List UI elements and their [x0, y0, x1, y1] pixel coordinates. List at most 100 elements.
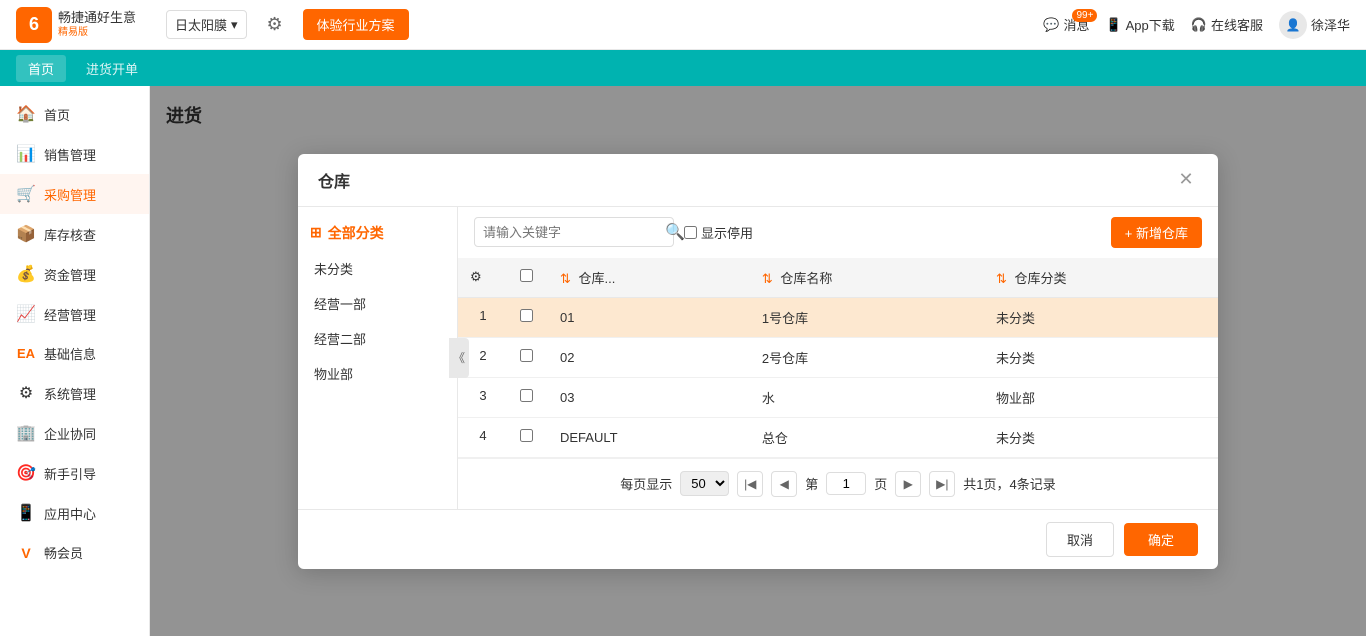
row-check-4[interactable] — [508, 417, 548, 457]
main-layout: 🏠 首页 📊 销售管理 🛒 采购管理 📦 库存核查 💰 资金管理 📈 经营管理 … — [0, 86, 1366, 636]
last-page-btn[interactable]: ▶| — [929, 471, 955, 497]
sort-icon-cat: ⇅ — [996, 271, 1007, 286]
sidebar-item-home[interactable]: 🏠 首页 — [0, 94, 149, 134]
table-area: 🔍 显示停用 + 新增仓库 — [458, 207, 1218, 509]
category-all[interactable]: ⊞ 全部分类 — [298, 215, 457, 251]
appcenter-icon: 📱 — [16, 503, 36, 523]
col-checkbox — [508, 258, 548, 298]
avatar: 👤 — [1279, 11, 1307, 39]
sidebar-item-vip[interactable]: V 畅会员 — [0, 533, 149, 572]
row-category-2: 未分类 — [984, 337, 1218, 377]
tab-purchase-order[interactable]: 进货开单 — [74, 55, 150, 82]
sidebar-item-inventory[interactable]: 📦 库存核查 — [0, 214, 149, 254]
row-actions-3: 3 — [458, 378, 508, 413]
messages-btn[interactable]: 💬 消息 99+ — [1043, 15, 1089, 34]
app-download-btn[interactable]: 📱 App下载 — [1105, 15, 1174, 34]
settings-btn[interactable]: ⚙ — [259, 9, 291, 41]
first-page-btn[interactable]: |◀ — [737, 471, 763, 497]
enterprise-icon: 🏢 — [16, 423, 36, 443]
modal-footer: 取消 确定 — [298, 509, 1218, 569]
cat-item-dept1[interactable]: 经营一部 — [298, 286, 457, 321]
basics-icon: EA — [16, 346, 36, 361]
col-name: ⇅ 仓库名称 — [750, 258, 984, 298]
search-icon: 🔍 — [665, 222, 685, 242]
message-icon: 💬 — [1043, 17, 1059, 33]
row-category-1: 未分类 — [984, 297, 1218, 337]
table-row[interactable]: 2 02 2号仓库 未分类 — [458, 337, 1218, 377]
cancel-button[interactable]: 取消 — [1046, 522, 1114, 557]
finance-icon: 💰 — [16, 264, 36, 284]
cat-item-dept2[interactable]: 经营二部 — [298, 321, 457, 356]
show-disabled-checkbox[interactable] — [684, 226, 697, 239]
sidebar-item-purchase[interactable]: 🛒 采购管理 — [0, 174, 149, 214]
confirm-button[interactable]: 确定 — [1124, 523, 1198, 556]
branch-selector[interactable]: 日太阳膜 ▾ — [166, 10, 247, 39]
table-row[interactable]: 1 01 1号仓库 未分类 — [458, 297, 1218, 337]
row-code-4: DEFAULT — [548, 417, 750, 457]
sidebar: 🏠 首页 📊 销售管理 🛒 采购管理 📦 库存核查 💰 资金管理 📈 经营管理 … — [0, 86, 150, 636]
top-header: 6 畅捷通好生意 精易版 日太阳膜 ▾ ⚙ 体验行业方案 💬 消息 99+ 📱 … — [0, 0, 1366, 50]
sort-icon-name: ⇅ — [762, 271, 773, 286]
sidebar-item-guide[interactable]: 🎯 新手引导 — [0, 453, 149, 493]
tab-home[interactable]: 首页 — [16, 55, 66, 82]
row-code-1: 01 — [548, 297, 750, 337]
next-page-btn[interactable]: ▶ — [895, 471, 921, 497]
inventory-icon: 📦 — [16, 224, 36, 244]
phone-icon: 📱 — [1105, 17, 1121, 33]
warehouse-modal: 仓库 ✕ ⊞ 全部分类 未分类 经营一部 经营二部 物业部 — [298, 154, 1218, 569]
grid-icon: ⊞ — [310, 224, 322, 241]
sidebar-item-finance[interactable]: 💰 资金管理 — [0, 254, 149, 294]
per-page-select[interactable]: 50 — [680, 471, 729, 496]
table-row[interactable]: 3 03 水 物业部 — [458, 377, 1218, 417]
table-toolbar: 🔍 显示停用 + 新增仓库 — [458, 207, 1218, 258]
row-check-3[interactable] — [508, 377, 548, 417]
operations-icon: 📈 — [16, 304, 36, 324]
system-icon: ⚙ — [16, 383, 36, 403]
logo-text: 畅捷通好生意 精易版 — [58, 10, 136, 40]
sub-header: 首页 进货开单 — [0, 50, 1366, 86]
show-disabled-label[interactable]: 显示停用 — [684, 223, 753, 242]
page-number-input[interactable] — [826, 472, 866, 495]
prev-page-btn[interactable]: ◀ — [771, 471, 797, 497]
row-name-3: 水 — [750, 377, 984, 417]
table-row[interactable]: 4 DEFAULT 总仓 未分类 — [458, 417, 1218, 457]
logo-area: 6 畅捷通好生意 精易版 — [16, 7, 166, 43]
select-all-checkbox[interactable] — [520, 269, 533, 282]
content-area: 进货 仓库 ✕ ⊞ 全部分类 未分类 — [150, 86, 1366, 636]
sidebar-item-operations[interactable]: 📈 经营管理 — [0, 294, 149, 334]
sidebar-item-system[interactable]: ⚙ 系统管理 — [0, 373, 149, 413]
trial-btn[interactable]: 体验行业方案 — [303, 9, 409, 40]
col-code: ⇅ 仓库... — [548, 258, 750, 298]
modal-header: 仓库 ✕ — [298, 154, 1218, 207]
sidebar-item-basics[interactable]: EA 基础信息 — [0, 334, 149, 373]
category-sidebar: ⊞ 全部分类 未分类 经营一部 经营二部 物业部 《 — [298, 207, 458, 509]
col-settings: ⚙ — [458, 258, 508, 298]
close-icon[interactable]: ✕ — [1174, 168, 1198, 192]
user-menu[interactable]: 👤 徐泽华 — [1279, 11, 1350, 39]
row-actions-1: 1 — [458, 298, 508, 333]
header-right: 💬 消息 99+ 📱 App下载 🎧 在线客服 👤 徐泽华 — [1043, 11, 1350, 39]
row-name-2: 2号仓库 — [750, 337, 984, 377]
sidebar-item-enterprise[interactable]: 🏢 企业协同 — [0, 413, 149, 453]
chevron-down-icon: ▾ — [231, 17, 238, 33]
service-btn[interactable]: 🎧 在线客服 — [1191, 15, 1263, 34]
row-code-3: 03 — [548, 377, 750, 417]
guide-icon: 🎯 — [16, 463, 36, 483]
data-table: ⚙ ⇅ 仓库... ⇅ 仓库名称 — [458, 258, 1218, 458]
warehouse-table: ⚙ ⇅ 仓库... ⇅ 仓库名称 — [458, 258, 1218, 458]
add-warehouse-btn[interactable]: + 新增仓库 — [1111, 217, 1202, 248]
row-check-1[interactable] — [508, 297, 548, 337]
cat-item-unclassified[interactable]: 未分类 — [298, 251, 457, 286]
row-category-3: 物业部 — [984, 377, 1218, 417]
cat-item-property[interactable]: 物业部 — [298, 356, 457, 391]
sidebar-item-sales[interactable]: 📊 销售管理 — [0, 134, 149, 174]
collapse-sidebar-btn[interactable]: 《 — [449, 338, 469, 378]
row-check-2[interactable] — [508, 337, 548, 377]
header-nav: 日太阳膜 ▾ ⚙ 体验行业方案 — [166, 9, 1043, 41]
sidebar-item-appcenter[interactable]: 📱 应用中心 — [0, 493, 149, 533]
search-box: 🔍 — [474, 217, 674, 247]
search-input[interactable] — [483, 225, 659, 240]
logo-icon: 6 — [16, 7, 52, 43]
sort-icon: ⇅ — [560, 271, 571, 286]
pagination: 每页显示 50 |◀ ◀ 第 页 ▶ ▶| 共1页，4条记录 — [458, 458, 1218, 509]
